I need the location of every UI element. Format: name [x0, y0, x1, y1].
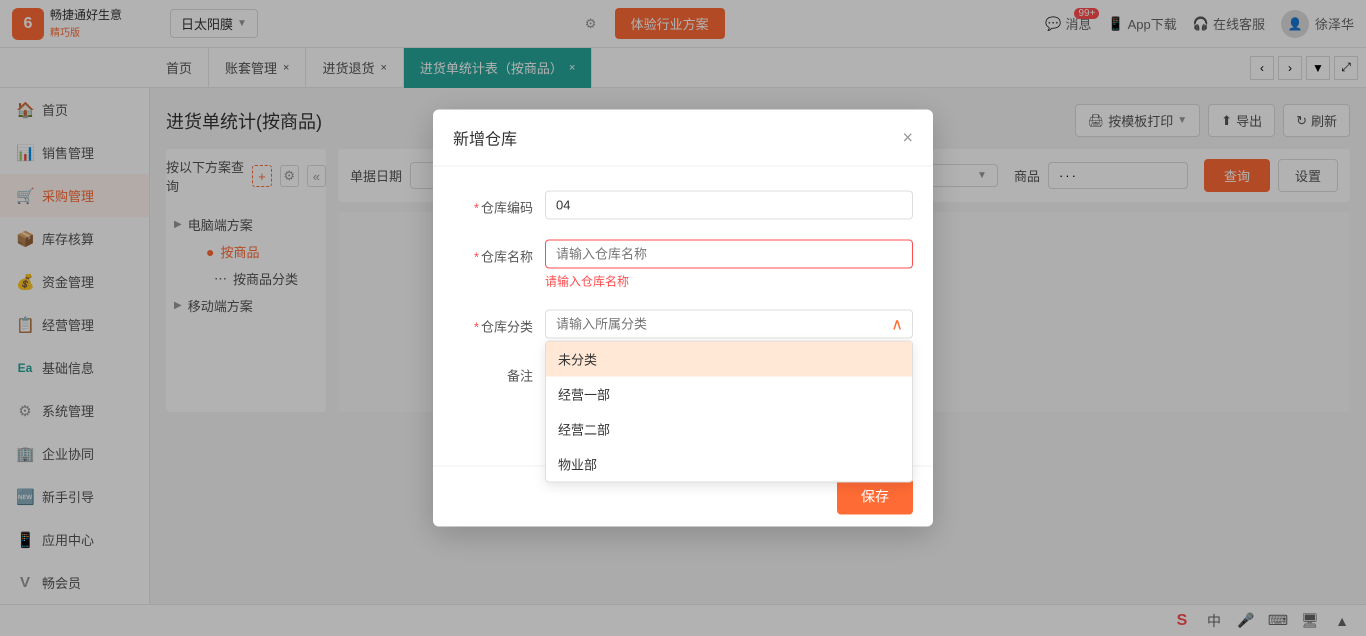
remarks-label: 备注: [453, 359, 533, 385]
warehouse-code-label: 仓库编码: [453, 191, 533, 217]
warehouse-category-select-wrapper: ∧: [545, 310, 913, 339]
new-warehouse-dialog: 新增仓库 × 仓库编码 仓库名称 请输入仓库名称 仓库分类 ∧: [433, 110, 933, 527]
dialog-body: 仓库编码 仓库名称 请输入仓库名称 仓库分类 ∧ 未分类: [433, 167, 933, 466]
warehouse-category-control: ∧ 未分类 经营一部 经营二部 物业部: [545, 310, 913, 339]
warehouse-name-error: 请输入仓库名称: [545, 273, 913, 290]
warehouse-category-row: 仓库分类 ∧ 未分类 经营一部 经营二部 物业部: [453, 310, 913, 339]
warehouse-name-input[interactable]: [545, 240, 913, 269]
warehouse-category-input[interactable]: [545, 310, 913, 339]
dropdown-item-0[interactable]: 未分类: [546, 342, 912, 377]
dropdown-item-3[interactable]: 物业部: [546, 447, 912, 482]
dialog-header: 新增仓库 ×: [433, 110, 933, 167]
dropdown-item-1[interactable]: 经营一部: [546, 377, 912, 412]
dropdown-item-2[interactable]: 经营二部: [546, 412, 912, 447]
warehouse-name-label: 仓库名称: [453, 240, 533, 266]
save-button[interactable]: 保存: [837, 479, 913, 515]
warehouse-code-row: 仓库编码: [453, 191, 913, 220]
warehouse-code-control: [545, 191, 913, 220]
dialog-close-button[interactable]: ×: [902, 127, 913, 148]
warehouse-code-input[interactable]: [545, 191, 913, 220]
dialog-title: 新增仓库: [453, 126, 517, 150]
warehouse-category-label: 仓库分类: [453, 310, 533, 336]
warehouse-name-row: 仓库名称 请输入仓库名称: [453, 240, 913, 290]
category-dropdown: 未分类 经营一部 经营二部 物业部: [545, 341, 913, 483]
warehouse-name-control: 请输入仓库名称: [545, 240, 913, 290]
